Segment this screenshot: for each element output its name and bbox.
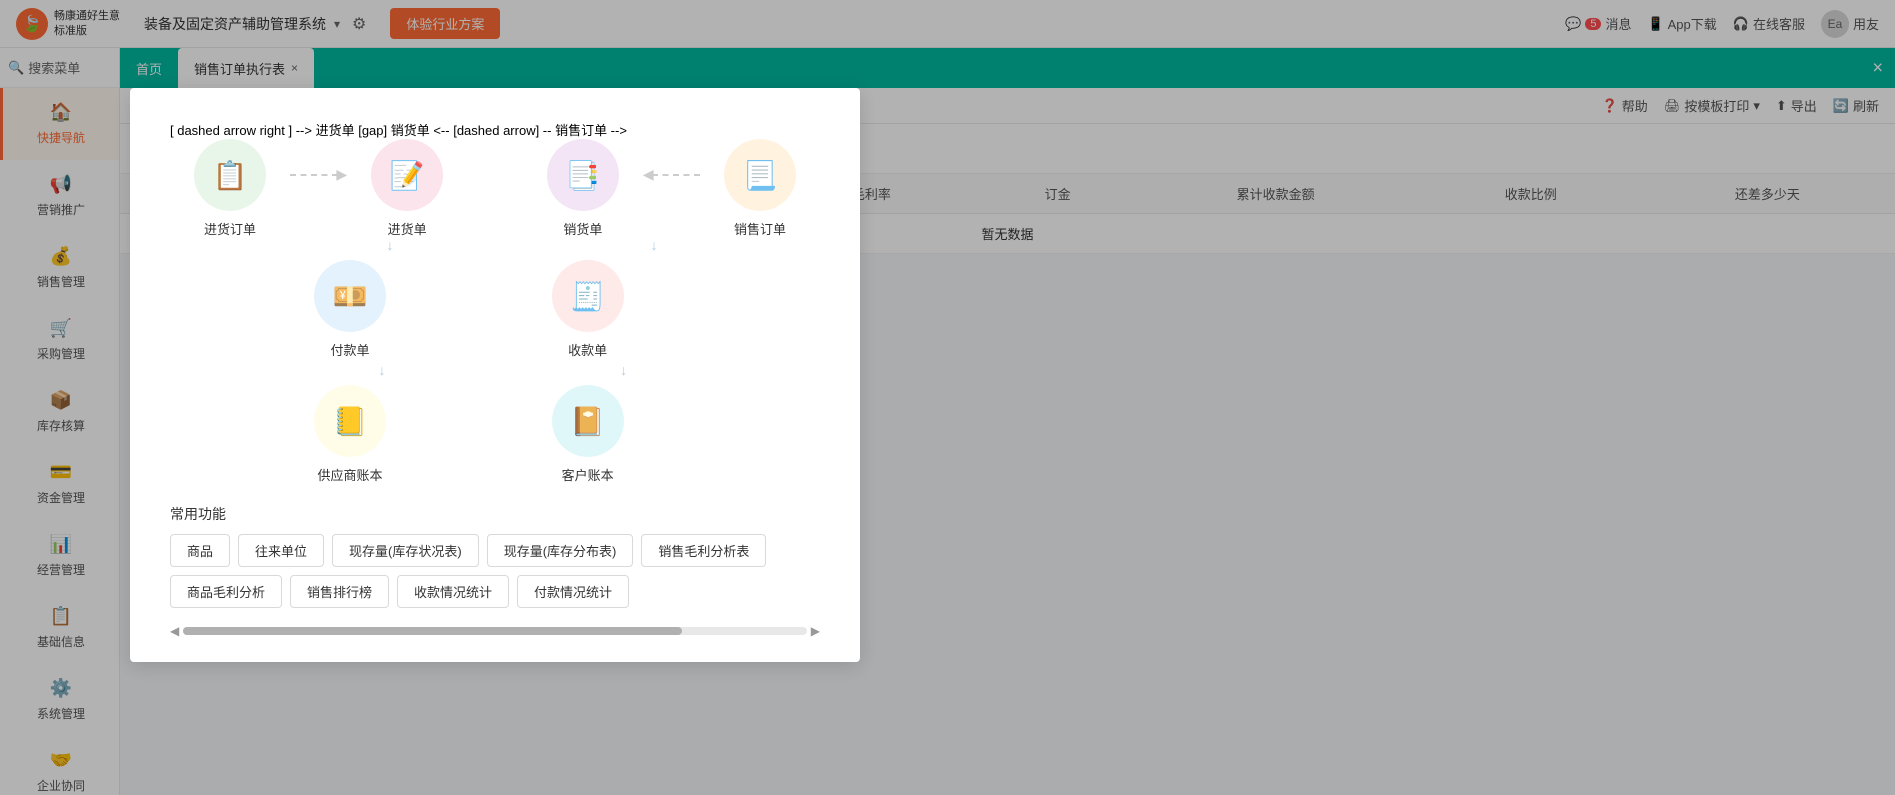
common-btn-sales-rank[interactable]: 销售排行榜 [290,575,389,608]
common-btn-trade-unit[interactable]: 往来单位 [238,534,324,567]
sales-arrow: ◀ [643,166,700,183]
sales-bill-circle: 📑 [547,139,619,211]
common-functions-buttons: 商品 往来单位 现存量(库存状况表) 现存量(库存分布表) 销售毛利分析表 商品… [170,534,820,608]
customer-ledger-label: 客户账本 [562,465,614,484]
down-arrow-icon-2: ↓ [651,238,658,252]
receipt-bill-icon: 🧾 [570,280,605,313]
sales-order-icon: 📃 [743,159,778,192]
customer-ledger-circle: 📔 [552,385,624,457]
purchase-arrow: ▶ [290,166,347,183]
common-btn-goods[interactable]: 商品 [170,534,230,567]
customer-ledger-icon: 📔 [570,405,605,438]
receipt-arrow-down: ↓ [564,363,684,377]
common-btn-stock-status[interactable]: 现存量(库存状况表) [332,534,479,567]
common-btn-payment-stats[interactable]: 付款情况统计 [517,575,629,608]
purchase-bill-node: 📝 进货单 [347,139,467,238]
receipt-bill-node: 🧾 收款单 [528,260,648,359]
popup-overlay[interactable]: [ dashed arrow right ] --> 进货单 [gap] 销货单… [0,0,1895,795]
sales-order-node: 📃 销售订单 [700,139,820,238]
supplier-ledger-node: 📒 供应商账本 [290,385,410,484]
sales-bill-node: 📑 销货单 [523,139,643,238]
payment-bill-label: 付款单 [330,340,369,359]
sales-bill-arrow-down: ↓ [594,238,714,252]
supplier-ledger-label: 供应商账本 [317,465,382,484]
common-btn-sales-profit[interactable]: 销售毛利分析表 [641,534,766,567]
payment-bill-node: 💴 付款单 [290,260,410,359]
payment-bill-icon: 💴 [333,280,368,313]
purchase-order-node: 📋 进货订单 [170,139,290,238]
common-btn-stock-dist[interactable]: 现存量(库存分布表) [487,534,634,567]
scroll-track[interactable] [183,627,807,635]
common-btn-goods-profit[interactable]: 商品毛利分析 [170,575,282,608]
scroll-right-icon[interactable]: ▶ [811,624,820,638]
sales-bill-icon: 📑 [565,159,600,192]
scroll-left-icon[interactable]: ◀ [170,624,179,638]
flow-diagram: [ dashed arrow right ] --> 进货单 [gap] 销货单… [170,120,820,484]
payment-bill-circle: 💴 [314,260,386,332]
sales-order-circle: 📃 [724,139,796,211]
payment-arrow-down: ↓ [322,363,442,377]
purchase-bill-icon: 📝 [390,159,425,192]
receipt-bill-label: 收款单 [568,340,607,359]
purchase-bill-label: 进货单 [388,219,427,238]
purchase-order-icon: 📋 [213,159,248,192]
customer-ledger-node: 📔 客户账本 [528,385,648,484]
purchase-order-circle: 📋 [194,139,266,211]
common-btn-receipt-stats[interactable]: 收款情况统计 [397,575,509,608]
supplier-ledger-icon: 📒 [333,405,368,438]
supplier-ledger-circle: 📒 [314,385,386,457]
down-arrow-icon: ↓ [387,238,394,252]
purchase-bill-arrow-down: ↓ [330,238,450,252]
arrow-right-icon: ▶ [336,166,347,183]
popup-panel: [ dashed arrow right ] --> 进货单 [gap] 销货单… [130,88,860,662]
sales-bill-label: 销货单 [563,219,602,238]
common-functions-section: 常用功能 商品 往来单位 现存量(库存状况表) 现存量(库存分布表) 销售毛利分… [170,504,820,608]
receipt-bill-circle: 🧾 [552,260,624,332]
purchase-order-label: 进货订单 [204,219,256,238]
purchase-bill-circle: 📝 [371,139,443,211]
sales-order-label: 销售订单 [734,219,786,238]
popup-scrollbar: ◀ ▶ [170,624,820,638]
scroll-thumb [183,627,682,635]
common-functions-title: 常用功能 [170,504,820,524]
